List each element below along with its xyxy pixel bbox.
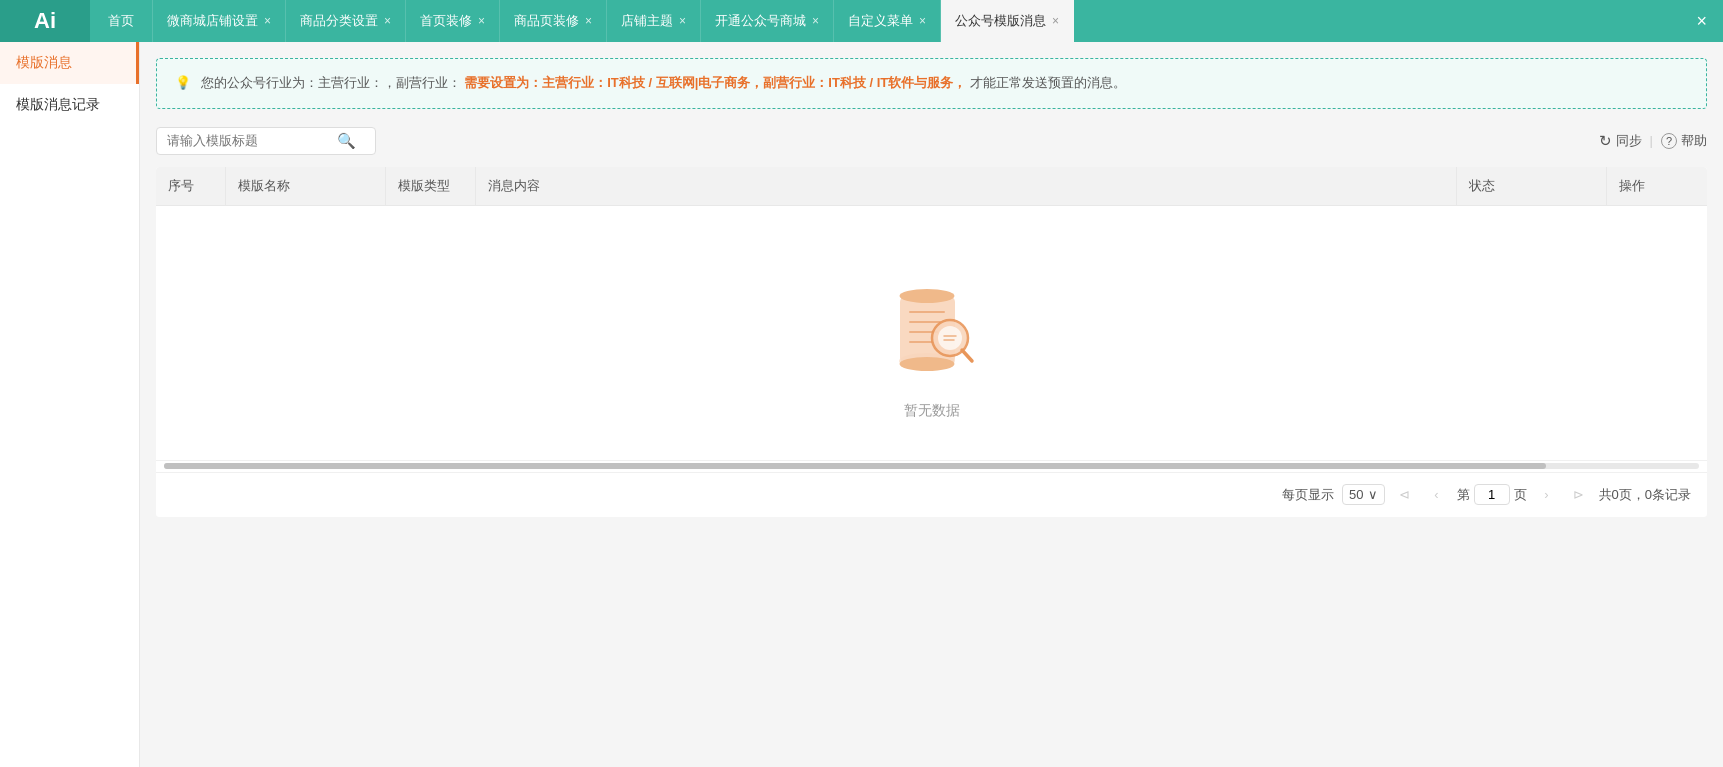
sync-icon: ↻ [1599, 132, 1612, 150]
total-info: 共0页，0条记录 [1599, 486, 1691, 504]
top-nav: Ai 首页 微商城店铺设置 × 商品分类设置 × 首页装修 × 商品页装修 × … [0, 0, 1723, 42]
next-page-button[interactable]: › [1535, 483, 1559, 507]
prev-page-button[interactable]: ‹ [1425, 483, 1449, 507]
page-size-label: 每页显示 [1282, 486, 1334, 504]
search-icon[interactable]: 🔍 [337, 132, 356, 150]
nav-tab-close-7[interactable]: × [919, 14, 926, 28]
nav-tab-close-4[interactable]: × [585, 14, 592, 28]
nav-tab-custom-menu[interactable]: 自定义菜单 × [834, 0, 941, 42]
nav-tab-shop-settings[interactable]: 微商城店铺设置 × [153, 0, 286, 42]
svg-point-9 [938, 326, 962, 350]
page-input-group: 第 页 [1457, 484, 1527, 505]
main-layout: 模版消息 模版消息记录 💡 您的公众号行业为：主营行业：，副营行业： 需要设置为… [0, 42, 1723, 767]
nav-tabs: 首页 微商城店铺设置 × 商品分类设置 × 首页装修 × 商品页装修 × 店铺主… [90, 0, 1680, 42]
nav-tab-close-5[interactable]: × [679, 14, 686, 28]
svg-point-2 [899, 289, 954, 303]
sidebar-item-template-msg-record[interactable]: 模版消息记录 [0, 84, 139, 126]
col-header-content: 消息内容 [476, 167, 1457, 205]
page-number-input[interactable] [1474, 484, 1510, 505]
close-all-button[interactable]: × [1680, 0, 1723, 42]
nav-tab-close-1[interactable]: × [264, 14, 271, 28]
col-header-status: 状态 [1457, 167, 1607, 205]
first-page-button[interactable]: ⊲ [1393, 483, 1417, 507]
nav-tab-open-mall[interactable]: 开通公众号商城 × [701, 0, 834, 42]
page-size-select[interactable]: 50 ∨ [1342, 484, 1384, 505]
sync-button[interactable]: ↻ 同步 [1599, 132, 1642, 150]
scrollbar-thumb[interactable] [164, 463, 1546, 469]
sidebar-item-template-msg[interactable]: 模版消息 [0, 42, 139, 84]
logo: Ai [0, 0, 90, 42]
scrollbar-track [164, 463, 1699, 469]
empty-text: 暂无数据 [904, 402, 960, 420]
data-table: 序号 模版名称 模版类型 消息内容 状态 操作 [156, 167, 1707, 517]
nav-tab-product-decor[interactable]: 商品页装修 × [500, 0, 607, 42]
notice-box: 💡 您的公众号行业为：主营行业：，副营行业： 需要设置为：主营行业：IT科技 /… [156, 58, 1707, 109]
help-button[interactable]: ? 帮助 [1661, 132, 1707, 150]
col-header-action: 操作 [1607, 167, 1707, 205]
nav-tab-close-6[interactable]: × [812, 14, 819, 28]
horizontal-scrollbar[interactable] [156, 460, 1707, 472]
nav-tab-close-3[interactable]: × [478, 14, 485, 28]
sidebar: 模版消息 模版消息记录 [0, 42, 140, 767]
nav-tab-theme[interactable]: 店铺主题 × [607, 0, 701, 42]
help-icon: ? [1661, 133, 1677, 149]
col-header-type: 模版类型 [386, 167, 476, 205]
search-input-wrap: 🔍 [156, 127, 376, 155]
search-actions: ↻ 同步 | ? 帮助 [1599, 132, 1707, 150]
nav-tab-template-msg[interactable]: 公众号模版消息 × [941, 0, 1074, 42]
nav-tab-category[interactable]: 商品分类设置 × [286, 0, 406, 42]
search-input[interactable] [167, 133, 337, 148]
empty-state: 暂无数据 [156, 206, 1707, 460]
nav-tab-homepage-decor[interactable]: 首页装修 × [406, 0, 500, 42]
content-area: 💡 您的公众号行业为：主营行业：，副营行业： 需要设置为：主营行业：IT科技 /… [140, 42, 1723, 767]
svg-line-10 [962, 350, 972, 361]
dropdown-arrow-icon: ∨ [1368, 487, 1378, 502]
pagination: 每页显示 50 ∨ ⊲ ‹ 第 页 › ⊳ 共0页，0条记录 [156, 472, 1707, 517]
search-bar: 🔍 ↻ 同步 | ? 帮助 [156, 127, 1707, 155]
col-header-seq: 序号 [156, 167, 226, 205]
nav-tab-close-2[interactable]: × [384, 14, 391, 28]
action-divider: | [1650, 133, 1653, 148]
col-header-name: 模版名称 [226, 167, 386, 205]
svg-point-3 [899, 357, 954, 371]
empty-illustration [872, 266, 992, 386]
table-header: 序号 模版名称 模版类型 消息内容 状态 操作 [156, 167, 1707, 206]
nav-tab-home[interactable]: 首页 [90, 0, 153, 42]
notice-icon: 💡 [175, 75, 191, 90]
last-page-button[interactable]: ⊳ [1567, 483, 1591, 507]
nav-tab-close-8[interactable]: × [1052, 14, 1059, 28]
